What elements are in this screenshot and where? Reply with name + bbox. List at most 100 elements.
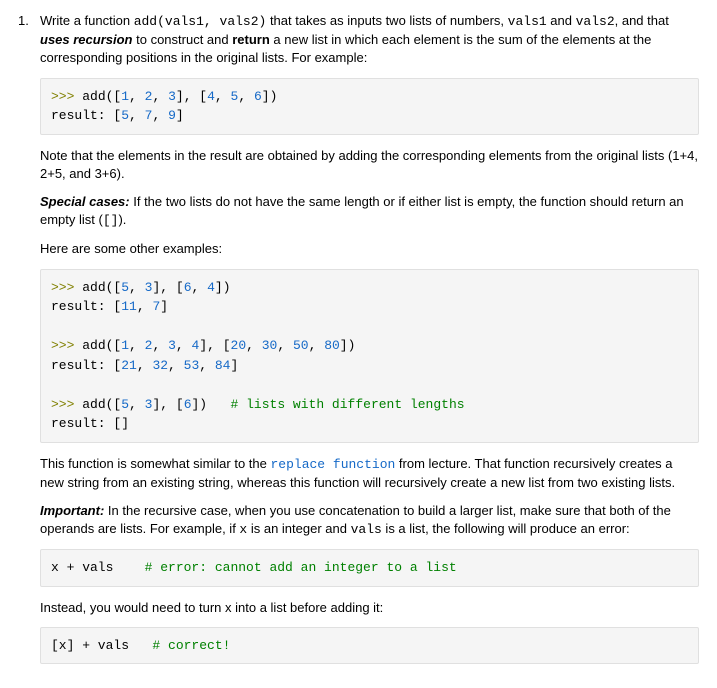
sep: ] [160,299,168,314]
sep: , [129,108,145,123]
num: 6 [254,89,262,104]
num: 4 [207,280,215,295]
num: 11 [121,299,137,314]
num: 5 [121,108,129,123]
num: 6 [184,397,192,412]
text: If the two lists do not have the same le… [40,194,684,227]
problem-content: Write a function add(vals1, vals2) that … [40,12,699,676]
num: 21 [121,358,137,373]
prompt: >>> [51,89,82,104]
num: 6 [184,280,192,295]
compare-paragraph: This function is somewhat similar to the… [40,455,699,492]
num: 1 [121,89,129,104]
result-label: result: [ [51,358,121,373]
code-vals2: vals2 [576,14,615,29]
sep: ], [ [176,89,207,104]
sep: , [129,397,145,412]
sep: ], [ [152,397,183,412]
result-label: result: [ [51,108,121,123]
important-paragraph: Important: In the recursive case, when y… [40,502,699,539]
sep: , [309,338,325,353]
sep: , [238,89,254,104]
text: is a list, the following will produce an… [382,521,630,536]
problem-number: 1. [18,12,40,676]
sep: , [137,358,153,373]
sep: ] [230,358,238,373]
text: Write a function [40,13,134,28]
text: ). [118,212,126,227]
sep: , [199,358,215,373]
call: add([ [82,397,121,412]
text: and [547,13,576,28]
sep: , [277,338,293,353]
num: 32 [152,358,168,373]
comment: # correct! [152,638,230,653]
sep: , [215,89,231,104]
num: 84 [215,358,231,373]
call: add([ [82,338,121,353]
code-example-2: >>> add([5, 3], [6, 4]) result: [11, 7] … [40,269,699,443]
sep: ]) [192,397,231,412]
num: 30 [262,338,278,353]
sep: , [129,280,145,295]
text: is an integer and [247,521,350,536]
text: , and that [615,13,669,28]
num: 20 [231,338,247,353]
sep: , [137,299,153,314]
special-cases-paragraph: Special cases: If the two lists do not h… [40,193,699,230]
num: 5 [121,280,129,295]
num: 53 [184,358,200,373]
sep: ]) [215,280,231,295]
code-example-1: >>> add([1, 2, 3], [4, 5, 6]) result: [5… [40,78,699,135]
emph-uses-recursion: uses recursion [40,32,133,47]
result-label: result: [] [51,416,129,431]
link-replace-function[interactable]: replace function [270,457,395,472]
code-error-example: x + vals # error: cannot add an integer … [40,549,699,587]
comment: # error: cannot add an integer to a list [145,560,457,575]
call: add([ [82,89,121,104]
call: add([ [82,280,121,295]
code-empty-list: [] [103,213,119,228]
sep: , [246,338,262,353]
emph-special-cases: Special cases: [40,194,130,209]
intro-paragraph: Write a function add(vals1, vals2) that … [40,12,699,68]
sep: , [129,89,145,104]
sep: ]) [340,338,356,353]
code-text: x + vals [51,560,145,575]
sep: ], [ [199,338,230,353]
sep: ] [176,108,184,123]
num: 80 [324,338,340,353]
code-text: [x] + vals [51,638,152,653]
code-vals1: vals1 [508,14,547,29]
text: This function is somewhat similar to the [40,456,270,471]
comment: # lists with different lengths [231,397,465,412]
prompt: >>> [51,338,82,353]
sep: ]) [262,89,278,104]
text: to construct and [133,32,233,47]
emph-important: Important: [40,503,104,518]
prompt: >>> [51,397,82,412]
prompt: >>> [51,280,82,295]
num: 3 [168,89,176,104]
sep: , [152,108,168,123]
note-paragraph: Note that the elements in the result are… [40,147,699,183]
sep: ], [ [152,280,183,295]
emph-return: return [232,32,270,47]
text: that takes as inputs two lists of number… [266,13,507,28]
sep: , [168,358,184,373]
code-signature: add(vals1, vals2) [134,14,267,29]
num: 50 [293,338,309,353]
num: 9 [168,108,176,123]
sep: , [152,338,168,353]
num: 4 [207,89,215,104]
sep: , [192,280,208,295]
problem-1: 1. Write a function add(vals1, vals2) th… [18,12,699,676]
sep: , [129,338,145,353]
sep: , [176,338,192,353]
more-examples-lead: Here are some other examples: [40,240,699,258]
num: 5 [121,397,129,412]
sep: , [152,89,168,104]
result-label: result: [ [51,299,121,314]
code-vals: vals [351,522,382,537]
num: 3 [168,338,176,353]
